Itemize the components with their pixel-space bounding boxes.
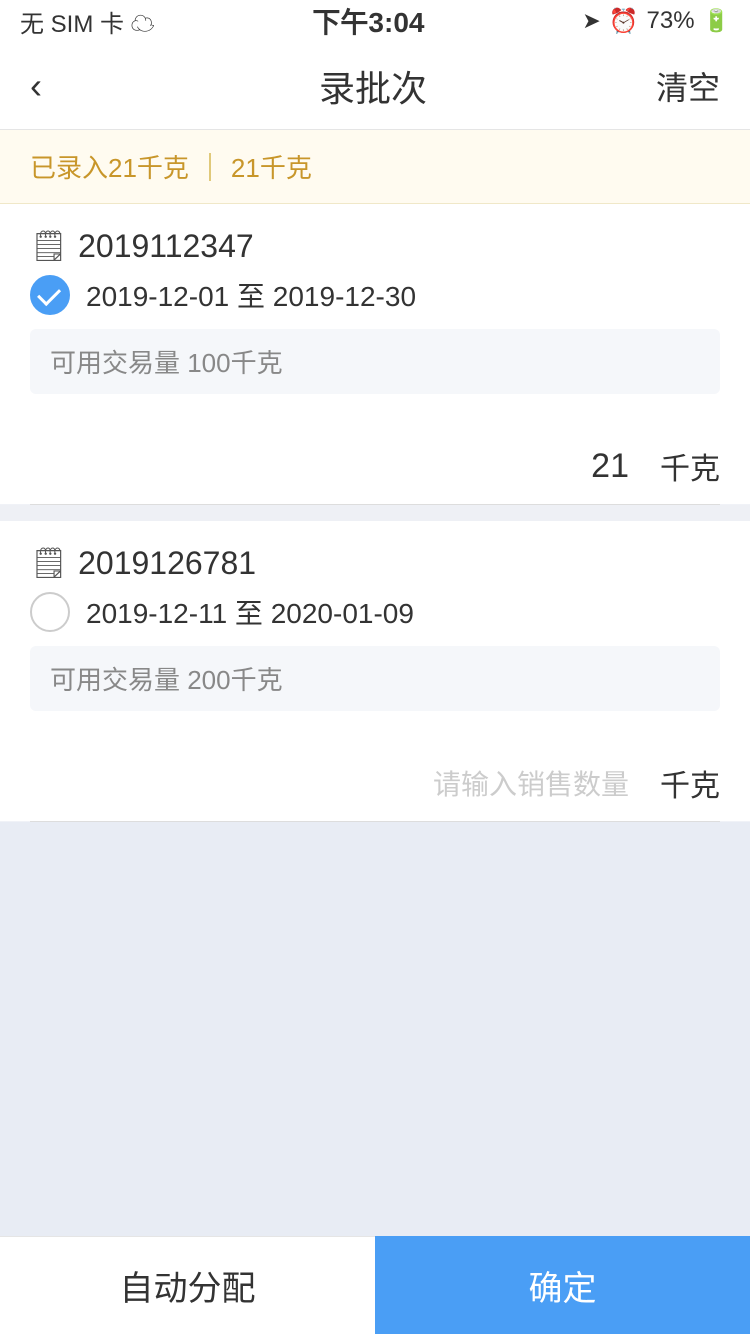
batch-card-1: 🗒 2019112347 2019-12-01 至 2019-12-30 可用交… [0,204,750,428]
confirm-button[interactable]: 确定 [375,1236,750,1334]
status-right: ➤ ⏰ 73% 🔋 [582,7,730,36]
battery-icon: 🔋 [703,8,730,34]
section-separator [0,505,750,521]
batch-header-1: 🗒 2019112347 [30,228,720,265]
status-time: 下午3:04 [312,1,424,41]
batch-date-1: 2019-12-01 至 2019-12-30 [86,275,416,315]
batch-row-2: 2019-12-11 至 2020-01-09 [30,592,720,632]
main-content: 已录入21千克 21千克 🗒 2019112347 2019-12-01 至 2… [0,130,750,1236]
auto-distribute-button[interactable]: 自动分配 [0,1236,375,1334]
batch-card-2: 🗒 2019126781 2019-12-11 至 2020-01-09 可用交… [0,521,750,745]
batch-id-2: 2019126781 [78,545,256,582]
batch-row-1: 2019-12-01 至 2019-12-30 [30,275,720,315]
page-title: 录批次 [319,60,427,112]
summary-divider [209,153,211,181]
radio-checked-1[interactable] [30,275,70,315]
quantity-row-1: 千克 [0,428,750,504]
no-sim-text: 无 SIM 卡 ☁ [20,4,155,39]
quantity-unit-1: 千克 [660,444,720,488]
batch-availability-1: 可用交易量 100千克 [30,329,720,394]
summary-bar: 已录入21千克 21千克 [0,130,750,204]
quantity-input-1[interactable] [201,447,644,486]
location-icon: ➤ [582,8,600,34]
alarm-icon: ⏰ [609,7,639,36]
batch-doc-icon-1: 🗒 [30,229,68,264]
summary-value: 21千克 [231,148,312,185]
status-left: 无 SIM 卡 ☁ [20,4,155,39]
nav-bar: ‹ 录批次 清空 [0,42,750,130]
batch-header-2: 🗒 2019126781 [30,545,720,582]
quantity-input-2[interactable] [201,764,644,803]
quantity-row-2: 千克 [0,745,750,821]
radio-unchecked-2[interactable] [30,592,70,632]
status-bar: 无 SIM 卡 ☁ 下午3:04 ➤ ⏰ 73% 🔋 [0,0,750,42]
back-button[interactable]: ‹ [30,65,90,107]
bottom-spacer [0,822,750,1236]
battery-text: 73% [647,7,695,35]
batch-availability-2: 可用交易量 200千克 [30,646,720,711]
batch-id-1: 2019112347 [78,228,254,265]
quantity-unit-2: 千克 [660,761,720,805]
batch-doc-icon-2: 🗒 [30,546,68,581]
bottom-buttons: 自动分配 确定 [0,1236,750,1334]
clear-button[interactable]: 清空 [656,63,720,109]
batch-date-2: 2019-12-11 至 2020-01-09 [86,592,414,632]
summary-label: 已录入21千克 [30,148,189,185]
